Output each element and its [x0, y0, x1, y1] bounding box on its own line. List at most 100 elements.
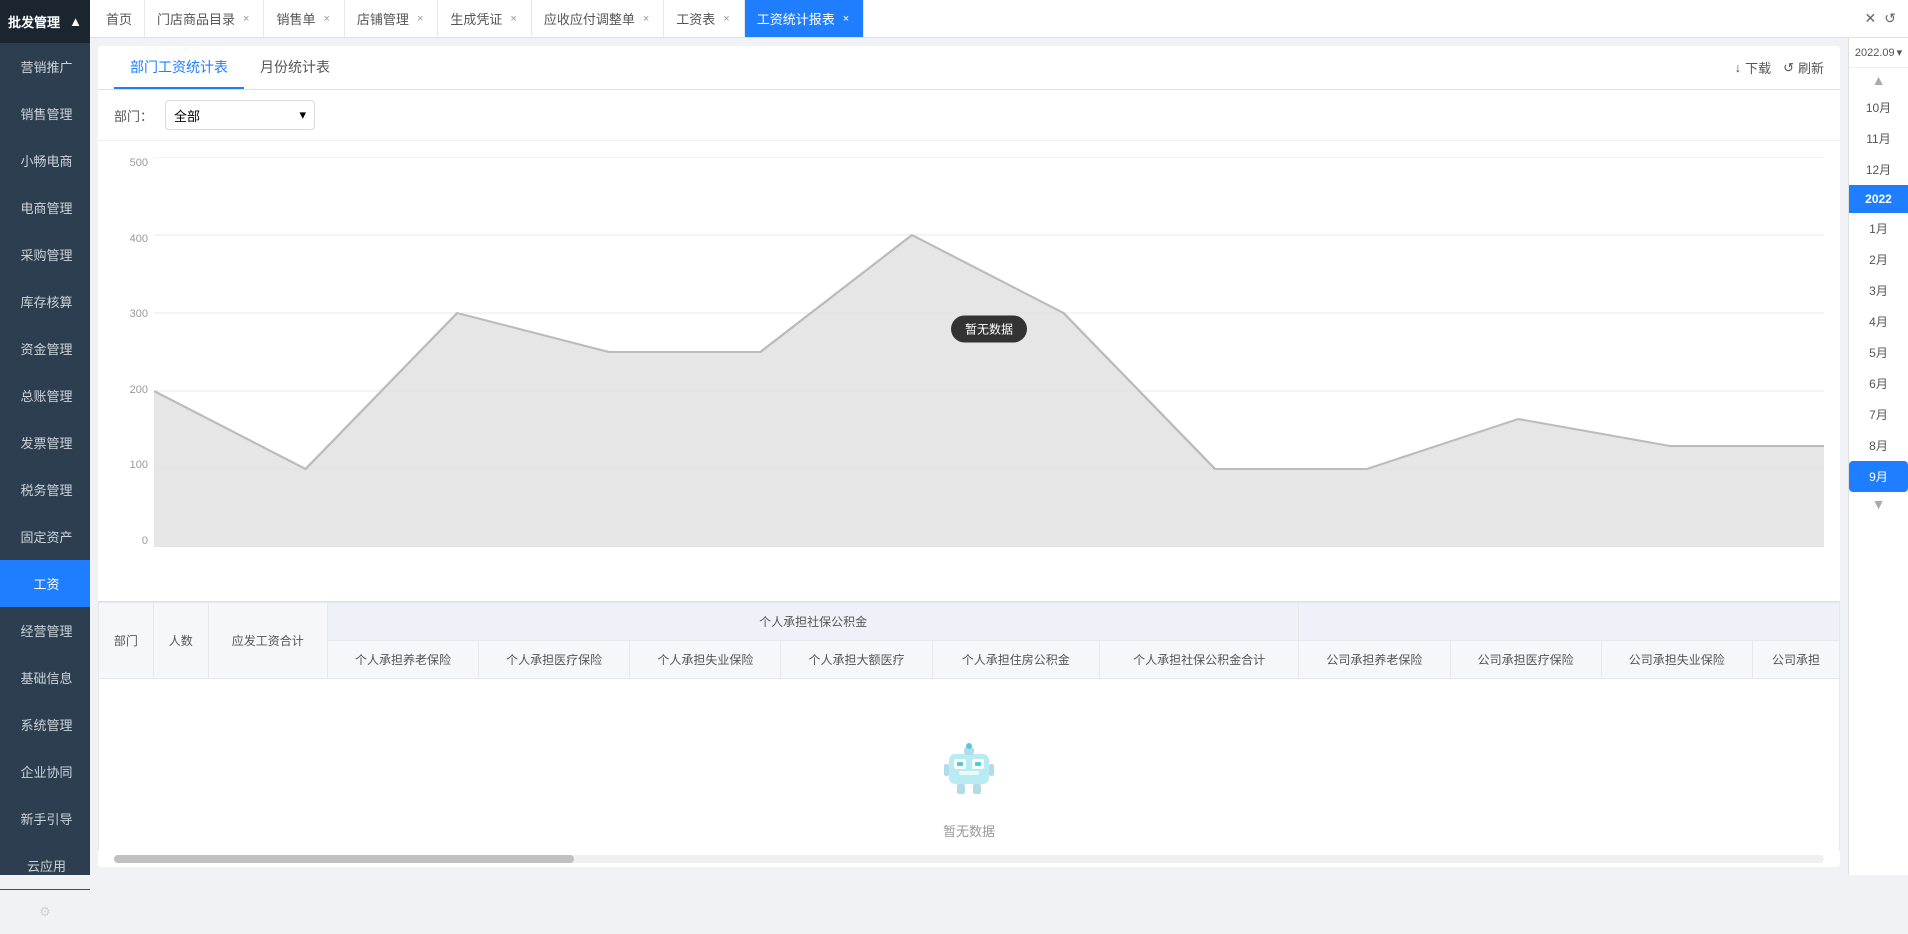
tab-sales-order[interactable]: 销售单 ×: [264, 0, 344, 38]
cal-up-arrow-icon: ▲: [1872, 72, 1886, 88]
sidebar-header[interactable]: 批发管理 ▲: [0, 0, 90, 43]
main-area: 首页 门店商品目录 × 销售单 × 店铺管理 × 生成凭证 × 应收应付调整单 …: [90, 0, 1908, 875]
table-area[interactable]: 部门 人数 应发工资合计 个人承担社保公积金 个人承担养老保险 个人承担医疗保险…: [98, 601, 1840, 851]
th-dept: 部门: [99, 603, 154, 679]
cal-year-text: 2022.09: [1855, 47, 1895, 59]
sidebar-item-xsyd[interactable]: 新手引导: [0, 795, 90, 842]
cal-nav-down[interactable]: ▼: [1849, 492, 1908, 516]
cal-year-header[interactable]: 2022.09 ▾: [1849, 38, 1908, 68]
tab-close-payroll-report[interactable]: ×: [841, 13, 851, 25]
cal-month-jun[interactable]: 6月: [1849, 368, 1908, 399]
tab-close-gen-voucher[interactable]: ×: [508, 13, 518, 25]
payroll-table: 部门 人数 应发工资合计 个人承担社保公积金 个人承担养老保险 个人承担医疗保险…: [98, 602, 1840, 851]
sidebar-item-gdzcl[interactable]: 固定资产: [0, 513, 90, 560]
cal-month-sep[interactable]: 9月: [1849, 461, 1908, 492]
sidebar-item-fpgl[interactable]: 发票管理: [0, 419, 90, 466]
sidebar-item-gz[interactable]: 工资: [0, 560, 90, 607]
tab-bar-close-actions: ✕ ↺: [1857, 10, 1904, 27]
th-company-pension: 公司承担养老保险: [1299, 641, 1450, 679]
tab-store-manage[interactable]: 店铺管理 ×: [345, 0, 438, 38]
cal-month-dec[interactable]: 12月: [1849, 154, 1908, 185]
th-company-insurance: [1299, 603, 1840, 641]
th-personal-serious-medical: 个人承担大额医疗: [781, 641, 932, 679]
refresh-button[interactable]: ↺ 刷新: [1783, 58, 1824, 77]
table-scrollbar-thumb[interactable]: [114, 855, 574, 863]
th-count: 人数: [153, 603, 208, 679]
tab-close-store-manage[interactable]: ×: [415, 13, 425, 25]
tab-close-payroll[interactable]: ×: [721, 13, 731, 25]
cal-nav-up[interactable]: ▲: [1849, 68, 1908, 92]
sidebar-item-xtgl[interactable]: 系统管理: [0, 701, 90, 748]
sidebar: 批发管理 ▲ 营销推广 销售管理 小畅电商 电商管理 采购管理 库存核算 资金管…: [0, 0, 90, 875]
sidebar-item-xsgl[interactable]: 销售管理: [0, 90, 90, 137]
sidebar-item-zjgl[interactable]: 资金管理: [0, 325, 90, 372]
sidebar-arrow-icon: ▲: [69, 14, 82, 29]
cal-dropdown-icon: ▾: [1897, 46, 1903, 59]
sidebar-title: 批发管理: [8, 12, 60, 31]
sidebar-item-zzgl[interactable]: 总账管理: [0, 372, 90, 419]
content-area: 部门工资统计表 月份统计表 ↓ 下载 ↺ 刷新: [90, 38, 1908, 875]
tab-store-catalog[interactable]: 门店商品目录 ×: [145, 0, 264, 38]
sidebar-item-swgl[interactable]: 税务管理: [0, 466, 90, 513]
sub-tab-bar: 部门工资统计表 月份统计表 ↓ 下载 ↺ 刷新: [98, 46, 1840, 90]
refresh-icon: ↺: [1783, 60, 1794, 76]
tab-payroll-report[interactable]: 工资统计报表 ×: [745, 0, 864, 38]
tab-bar: 首页 门店商品目录 × 销售单 × 店铺管理 × 生成凭证 × 应收应付调整单 …: [90, 0, 1908, 38]
download-icon: ↓: [1735, 60, 1742, 75]
th-personal-total: 个人承担社保公积金合计: [1099, 641, 1298, 679]
cal-month-jan[interactable]: 1月: [1849, 213, 1908, 244]
sidebar-item-dscgl[interactable]: 电商管理: [0, 184, 90, 231]
sidebar-item-cggl[interactable]: 采购管理: [0, 231, 90, 278]
sidebar-item-yxttg[interactable]: 营销推广: [0, 43, 90, 90]
sidebar-item-jcxx[interactable]: 基础信息: [0, 654, 90, 701]
th-personal-medical: 个人承担医疗保险: [479, 641, 630, 679]
th-personal-housing-fund: 个人承担住房公积金: [932, 641, 1099, 679]
y-label-200: 200: [114, 384, 154, 396]
sidebar-item-xcdsc[interactable]: 小畅电商: [0, 137, 90, 184]
th-personal-insurance: 个人承担社保公积金: [327, 603, 1298, 641]
cal-month-feb[interactable]: 2月: [1849, 244, 1908, 275]
chart-y-labels: 0 100 200 300 400 500: [114, 157, 154, 547]
cal-down-arrow-icon: ▼: [1872, 496, 1886, 512]
close-all-icon[interactable]: ✕: [1865, 10, 1877, 27]
sidebar-item-jygl[interactable]: 经营管理: [0, 607, 90, 654]
tab-payroll[interactable]: 工资表 ×: [664, 0, 744, 38]
tab-gen-voucher[interactable]: 生成凭证 ×: [438, 0, 531, 38]
chart-container: 0 100 200 300 400 500: [114, 157, 1824, 577]
tab-close-sales-order[interactable]: ×: [321, 13, 331, 25]
th-company-unemployment: 公司承担失业保险: [1601, 641, 1752, 679]
th-total-wage: 应发工资合计: [208, 603, 327, 679]
chevron-down-icon: ▾: [299, 107, 306, 123]
download-button[interactable]: ↓ 下载: [1735, 58, 1772, 77]
tab-ar-ap-adjust[interactable]: 应收应付调整单 ×: [532, 0, 664, 38]
cal-month-mar[interactable]: 3月: [1849, 275, 1908, 306]
tab-close-ar-ap-adjust[interactable]: ×: [641, 13, 651, 25]
cal-year-2022-marker[interactable]: 2022: [1849, 185, 1908, 213]
cal-month-nov[interactable]: 11月: [1849, 123, 1908, 154]
settings-icon[interactable]: ⚙: [0, 889, 90, 934]
page-payroll-report: 部门工资统计表 月份统计表 ↓ 下载 ↺ 刷新: [98, 46, 1840, 867]
sidebar-item-yyy[interactable]: 云应用: [0, 842, 90, 889]
tab-month-stats[interactable]: 月份统计表: [244, 47, 346, 89]
y-label-0: 0: [114, 535, 154, 547]
cal-month-oct[interactable]: 10月: [1849, 92, 1908, 123]
sub-tabs: 部门工资统计表 月份统计表: [114, 47, 346, 89]
y-label-300: 300: [114, 308, 154, 320]
table-empty-row: 暂无数据: [99, 679, 1840, 852]
cal-month-may[interactable]: 5月: [1849, 337, 1908, 368]
area-chart-svg: [154, 157, 1824, 547]
refresh-tabs-icon[interactable]: ↺: [1884, 10, 1896, 27]
sidebar-item-kchsfz[interactable]: 库存核算: [0, 278, 90, 325]
dept-filter-select[interactable]: 全部 ▾: [165, 100, 315, 130]
table-scrollbar[interactable]: [114, 855, 1824, 863]
tab-dept-payroll[interactable]: 部门工资统计表: [114, 47, 244, 89]
sidebar-item-qyxtg[interactable]: 企业协同: [0, 748, 90, 795]
empty-text: 暂无数据: [943, 821, 995, 840]
tab-homepage[interactable]: 首页: [94, 0, 145, 38]
tab-close-store-catalog[interactable]: ×: [241, 13, 251, 25]
filter-bar: 部门： 全部 ▾: [98, 90, 1840, 141]
cal-month-apr[interactable]: 4月: [1849, 306, 1908, 337]
calendar-panel: 2022.09 ▾ ▲ 10月 11月 12月 2022 1月 2月: [1848, 38, 1908, 875]
cal-month-jul[interactable]: 7月: [1849, 399, 1908, 430]
cal-month-aug[interactable]: 8月: [1849, 430, 1908, 461]
